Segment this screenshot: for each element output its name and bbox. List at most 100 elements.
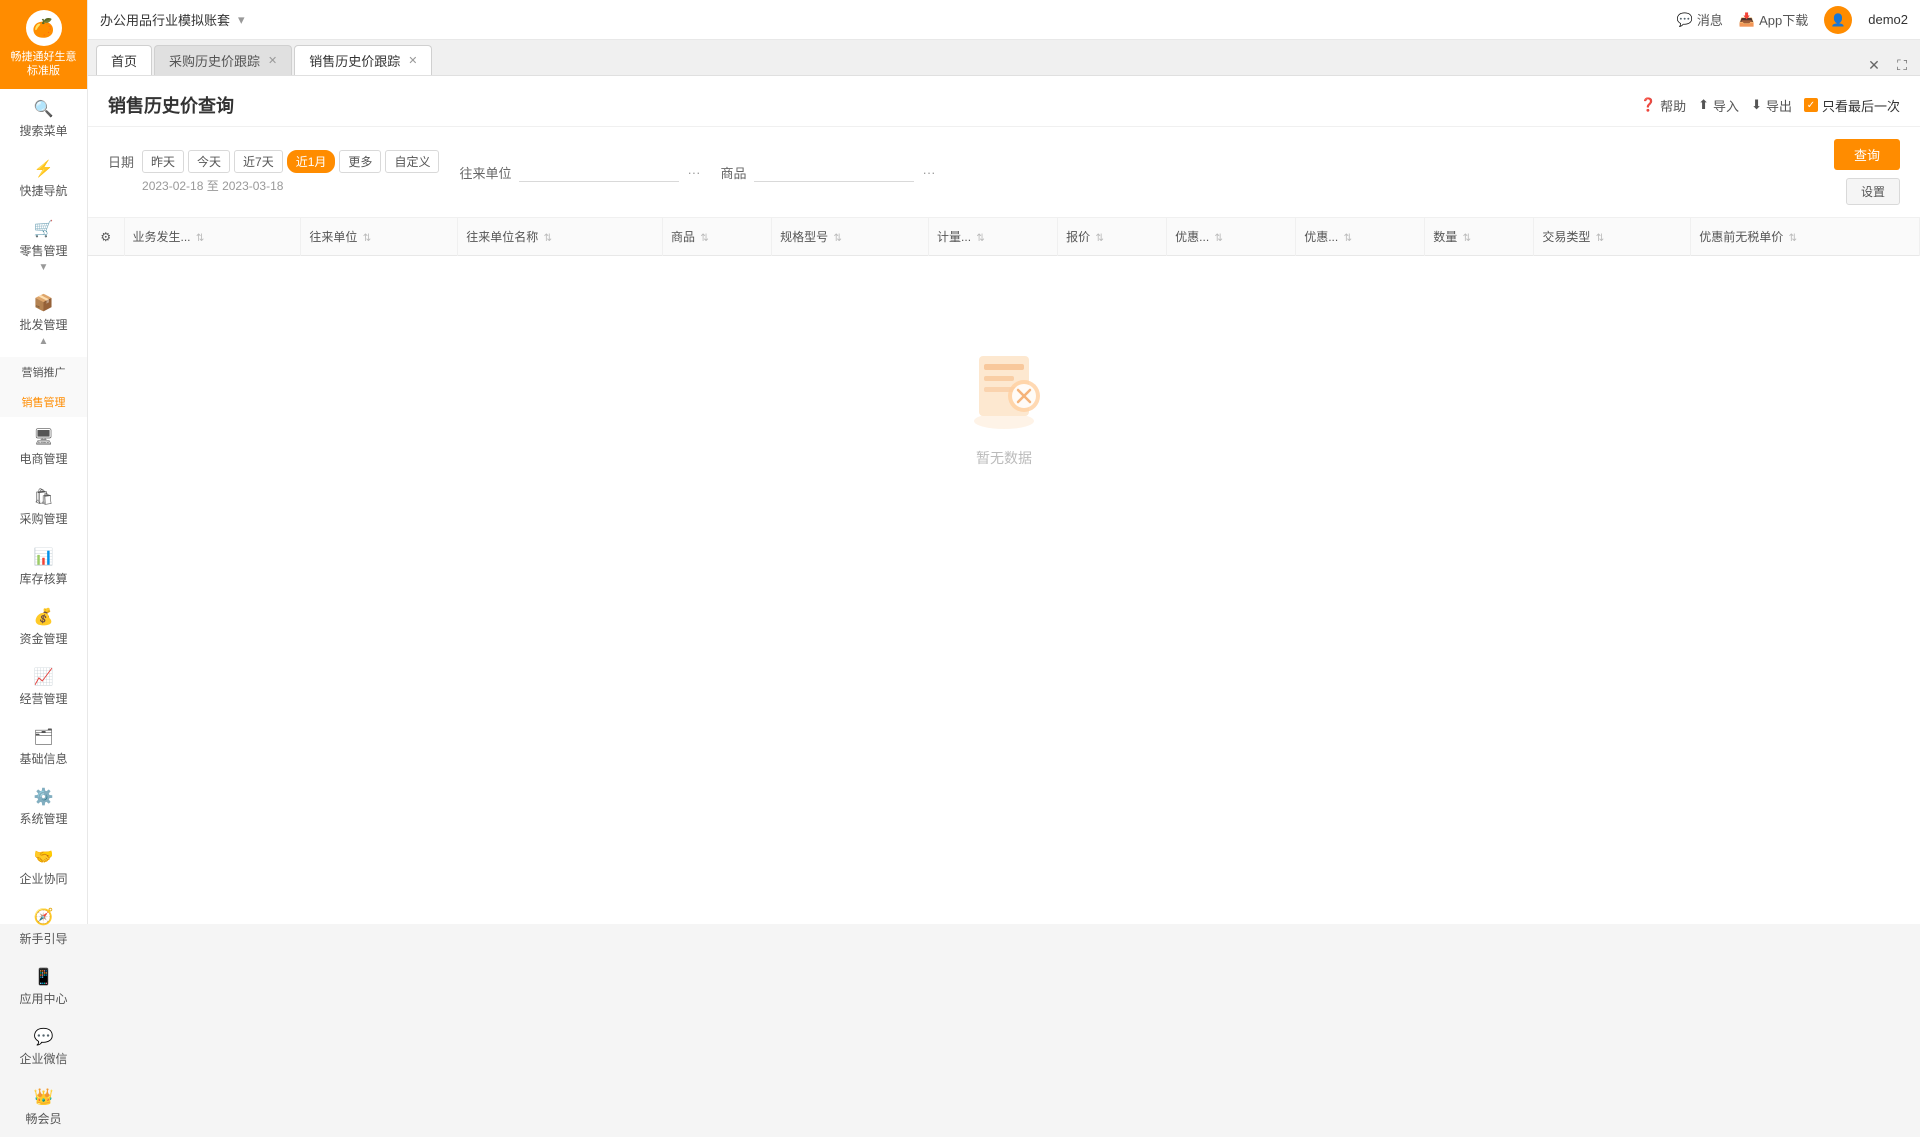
sidebar-item-system[interactable]: ⚙️ 系统管理 <box>0 777 87 837</box>
sidebar-item-enterprise[interactable]: 🤝 企业协同 <box>0 837 87 897</box>
chevron-down-icon: ▼ <box>39 262 49 273</box>
marketing-label: 营销推广 <box>22 364 66 380</box>
only-last-checkbox[interactable] <box>1804 98 1818 112</box>
message-icon: 💬 <box>1677 12 1693 28</box>
query-btn[interactable]: 查询 <box>1834 139 1900 170</box>
col-product[interactable]: 商品 ⇅ <box>663 218 772 256</box>
wholesale-submenu: 营销推广 销售管理 <box>0 357 87 417</box>
sidebar-item-purchase[interactable]: 🛍 采购管理 <box>0 477 87 537</box>
date-btn-custom[interactable]: 自定义 <box>385 150 439 173</box>
sidebar-item-label: 电商管理 <box>19 450 67 467</box>
wholesale-icon: 📦 <box>34 293 54 313</box>
col-spec[interactable]: 规格型号 ⇅ <box>772 218 929 256</box>
col-counterparty-id[interactable]: 往来单位 ⇅ <box>301 218 458 256</box>
wechat-icon: 💬 <box>34 1027 54 1047</box>
sidebar-item-sales-mgmt[interactable]: 销售管理 <box>0 387 87 417</box>
sidebar-item-marketing[interactable]: 营销推广 <box>0 357 87 387</box>
import-icon: ⬆ <box>1698 97 1709 113</box>
tab-purchase-close[interactable]: ✕ <box>268 54 277 67</box>
sidebar-item-member[interactable]: 👑 畅会员 <box>0 1077 87 1137</box>
col-business-date[interactable]: 业务发生... ⇅ <box>124 218 301 256</box>
product-dots[interactable]: ··· <box>922 165 935 180</box>
date-btn-today[interactable]: 今天 <box>188 150 230 173</box>
sort-icon: ⇅ <box>1215 233 1223 244</box>
sidebar-item-label: 畅会员 <box>25 1110 61 1127</box>
col-pretax-price[interactable]: 优惠前无税单价 ⇅ <box>1691 218 1920 256</box>
tab-actions: ✕ ⛶ <box>1864 55 1920 75</box>
sidebar-item-operation[interactable]: 📈 经营管理 <box>0 657 87 717</box>
import-btn[interactable]: ⬆ 导入 <box>1698 96 1739 115</box>
sidebar-item-inventory[interactable]: 📊 库存核算 <box>0 537 87 597</box>
tab-close-all-btn[interactable]: ✕ <box>1864 55 1884 75</box>
date-btn-7days[interactable]: 近7天 <box>234 150 283 173</box>
user-avatar[interactable]: 👤 <box>1824 6 1852 34</box>
tab-sales-label: 销售历史价跟踪 <box>309 51 400 70</box>
tab-purchase-label: 采购历史价跟踪 <box>169 51 260 70</box>
sort-icon: ⇅ <box>196 233 204 244</box>
counterparty-dots[interactable]: ··· <box>687 165 700 180</box>
col-counterparty-name[interactable]: 往来单位名称 ⇅ <box>458 218 663 256</box>
sidebar-item-retail[interactable]: 🛒 零售管理 ▼ <box>0 209 87 283</box>
col-discount1[interactable]: 优惠... ⇅ <box>1167 218 1296 256</box>
topbar-title: 办公用品行业模拟账套 <box>100 10 230 29</box>
date-buttons: 昨天 今天 近7天 近1月 更多 自定义 <box>142 150 439 173</box>
col-quote-price[interactable]: 报价 ⇅ <box>1058 218 1167 256</box>
export-icon: ⬇ <box>1751 97 1762 113</box>
quicknav-icon: ⚡ <box>34 159 54 179</box>
col-discount2[interactable]: 优惠... ⇅ <box>1296 218 1425 256</box>
tab-home[interactable]: 首页 <box>96 45 152 75</box>
col-quantity[interactable]: 数量 ⇅ <box>1425 218 1534 256</box>
empty-text: 暂无数据 <box>976 448 1032 468</box>
logo-text: 畅捷通好生意 标准版 <box>11 50 77 79</box>
sort-icon: ⇅ <box>1344 233 1352 244</box>
col-settings[interactable]: ⚙ <box>88 218 124 256</box>
col-unit[interactable]: 计量... ⇅ <box>929 218 1058 256</box>
sort-icon: ⇅ <box>1596 233 1604 244</box>
tab-sales-close[interactable]: ✕ <box>408 54 417 67</box>
sidebar-item-label: 新手引导 <box>19 930 67 947</box>
system-icon: ⚙️ <box>34 787 54 807</box>
message-btn[interactable]: 💬 消息 <box>1677 10 1723 29</box>
sidebar-item-wechat[interactable]: 💬 企业微信 <box>0 1017 87 1077</box>
user-name[interactable]: demo2 <box>1868 12 1908 27</box>
sidebar-item-ecommerce[interactable]: 🖥 电商管理 <box>0 417 87 477</box>
product-input[interactable] <box>754 162 914 182</box>
topbar-right: 💬 消息 📥 App下载 👤 demo2 <box>1677 6 1908 34</box>
product-label: 商品 <box>720 163 746 182</box>
main-area: 办公用品行业模拟账套 ▾ 💬 消息 📥 App下载 👤 demo2 首页 采购历… <box>88 0 1920 924</box>
only-last-checkbox-label[interactable]: 只看最后一次 <box>1804 96 1900 115</box>
date-btn-1month[interactable]: 近1月 <box>287 150 336 173</box>
sidebar-item-label: 搜索菜单 <box>19 122 67 139</box>
help-btn[interactable]: ❓ 帮助 <box>1640 96 1686 115</box>
member-icon: 👑 <box>34 1087 54 1107</box>
sidebar-item-finance[interactable]: 💰 资金管理 <box>0 597 87 657</box>
export-btn[interactable]: ⬇ 导出 <box>1751 96 1792 115</box>
sidebar-item-wholesale[interactable]: 📦 批发管理 ▲ <box>0 283 87 357</box>
tab-sales-history[interactable]: 销售历史价跟踪 ✕ <box>294 45 432 75</box>
operation-icon: 📈 <box>34 667 54 687</box>
sidebar-item-label: 经营管理 <box>19 690 67 707</box>
inventory-icon: 📊 <box>34 547 54 567</box>
counterparty-filter: 往来单位 ··· <box>459 162 700 182</box>
dropdown-icon[interactable]: ▾ <box>238 12 254 28</box>
sidebar-item-quicknav[interactable]: ⚡ 快捷导航 <box>0 149 87 209</box>
sidebar-item-search[interactable]: 🔍 搜索菜单 <box>0 89 87 149</box>
col-trade-type[interactable]: 交易类型 ⇅ <box>1534 218 1691 256</box>
sidebar: 🍊 畅捷通好生意 标准版 🔍 搜索菜单 ⚡ 快捷导航 🛒 零售管理 ▼ 📦 批发… <box>0 0 88 924</box>
sidebar-item-basic[interactable]: 🗂 基础信息 <box>0 717 87 777</box>
page-title: 销售历史价查询 <box>108 92 234 118</box>
sidebar-item-label: 基础信息 <box>19 750 67 767</box>
sidebar-item-appcenter[interactable]: 📱 应用中心 <box>0 957 87 1017</box>
sidebar-item-guide[interactable]: 🧭 新手引导 <box>0 897 87 957</box>
date-range-text: 2023-02-18 至 2023-03-18 <box>142 177 439 194</box>
settings-btn[interactable]: 设置 <box>1846 178 1900 205</box>
tab-purchase-history[interactable]: 采购历史价跟踪 ✕ <box>154 45 292 75</box>
app-download-btn[interactable]: 📥 App下载 <box>1739 10 1808 29</box>
date-btn-more[interactable]: 更多 <box>339 150 381 173</box>
download-icon: 📥 <box>1739 12 1755 28</box>
date-btn-yesterday[interactable]: 昨天 <box>142 150 184 173</box>
counterparty-input[interactable] <box>519 162 679 182</box>
date-filter-label: 日期 <box>108 150 134 171</box>
counterparty-label: 往来单位 <box>459 163 511 182</box>
tab-maximize-btn[interactable]: ⛶ <box>1892 55 1912 75</box>
